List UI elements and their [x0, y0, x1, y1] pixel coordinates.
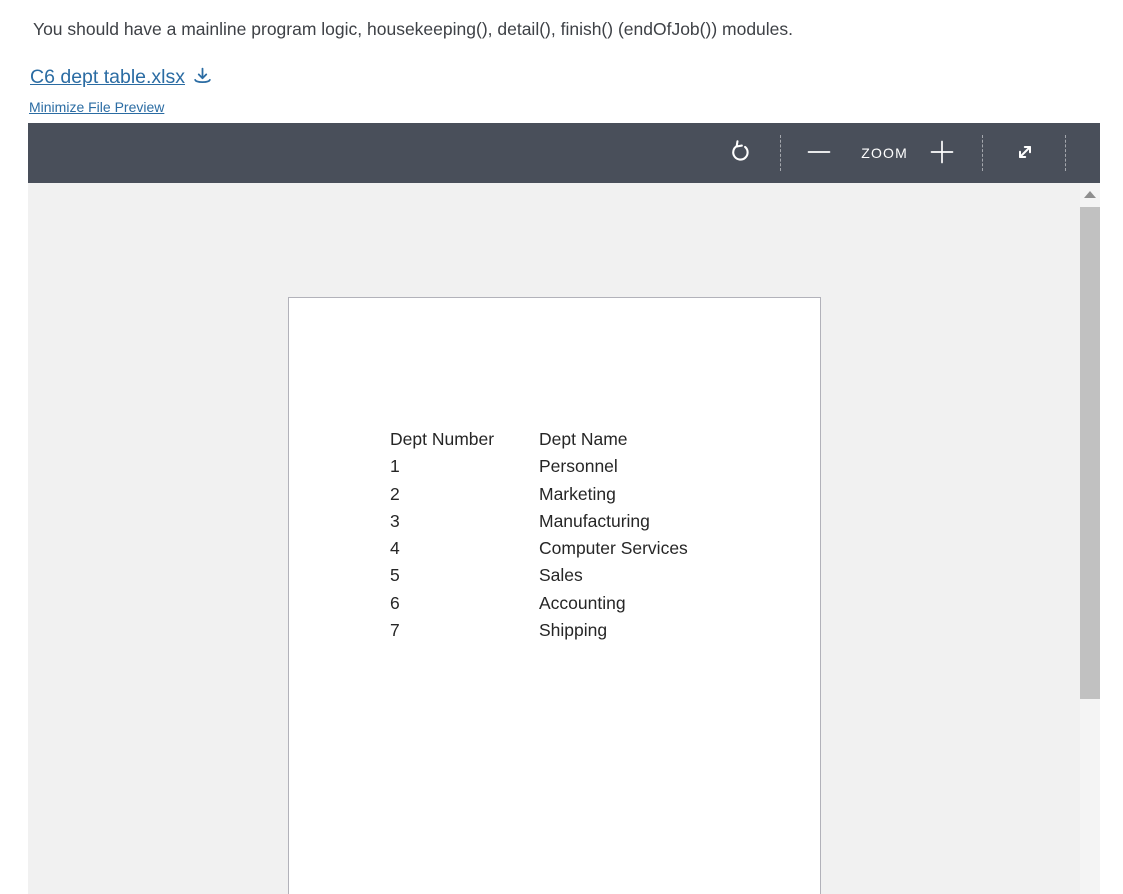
expand-icon — [1013, 140, 1037, 167]
zoom-out-button[interactable] — [797, 131, 841, 175]
table-cell: Accounting — [539, 592, 626, 613]
table-row: 4 Computer Services — [390, 535, 688, 562]
table-cell: Personnel — [539, 456, 618, 477]
download-icon[interactable] — [192, 66, 213, 92]
plus-icon — [930, 140, 954, 167]
fullscreen-button[interactable] — [1003, 131, 1047, 175]
table-row: 1 Personnel — [390, 453, 688, 480]
minimize-preview-link[interactable]: Minimize File Preview — [29, 99, 164, 115]
table-cell: Marketing — [539, 483, 616, 504]
document-page: Dept Number Dept Name 1 Personnel 2 Mark… — [288, 297, 821, 894]
minus-icon — [807, 140, 831, 167]
table-cell: 5 — [390, 565, 400, 586]
scroll-up-button[interactable] — [1080, 183, 1100, 205]
preview-toolbar: ZOOM — [28, 123, 1100, 183]
column-header: Dept Number — [390, 429, 495, 449]
table-row: 7 Shipping — [390, 617, 688, 644]
file-download-link[interactable]: C6 dept table.xlsx — [30, 66, 185, 89]
spreadsheet-table: Dept Number Dept Name 1 Personnel 2 Mark… — [390, 426, 688, 644]
table-cell: Sales — [539, 565, 583, 586]
file-link-row: C6 dept table.xlsx — [30, 62, 213, 92]
rotate-reset-icon — [728, 139, 753, 167]
table-row: 5 Sales — [390, 562, 688, 589]
table-row: 6 Accounting — [390, 590, 688, 617]
toolbar-divider — [982, 135, 983, 171]
instruction-text: You should have a mainline program logic… — [33, 19, 794, 39]
toolbar-divider — [780, 135, 782, 171]
preview-scrollbar[interactable] — [1080, 183, 1100, 894]
table-cell: 6 — [390, 592, 400, 613]
table-row: 3 Manufacturing — [390, 508, 688, 535]
rotate-reset-button[interactable] — [718, 131, 762, 175]
scroll-up-arrow-icon — [1084, 190, 1096, 198]
table-row: 2 Marketing — [390, 481, 688, 508]
table-cell: Manufacturing — [539, 510, 650, 531]
table-cell: 1 — [390, 456, 400, 477]
preview-area: Dept Number Dept Name 1 Personnel 2 Mark… — [28, 183, 1100, 894]
zoom-label: ZOOM — [861, 145, 908, 161]
table-cell: 7 — [390, 620, 400, 641]
table-cell: 4 — [390, 538, 400, 559]
zoom-in-button[interactable] — [920, 131, 964, 175]
table-header-row: Dept Number Dept Name — [390, 426, 688, 453]
column-header: Dept Name — [539, 429, 628, 449]
table-cell: Computer Services — [539, 538, 688, 559]
table-cell: Shipping — [539, 620, 608, 641]
table-cell: 2 — [390, 483, 400, 504]
scrollbar-thumb[interactable] — [1080, 207, 1100, 699]
toolbar-divider — [1065, 135, 1066, 171]
table-cell: 3 — [390, 510, 400, 531]
